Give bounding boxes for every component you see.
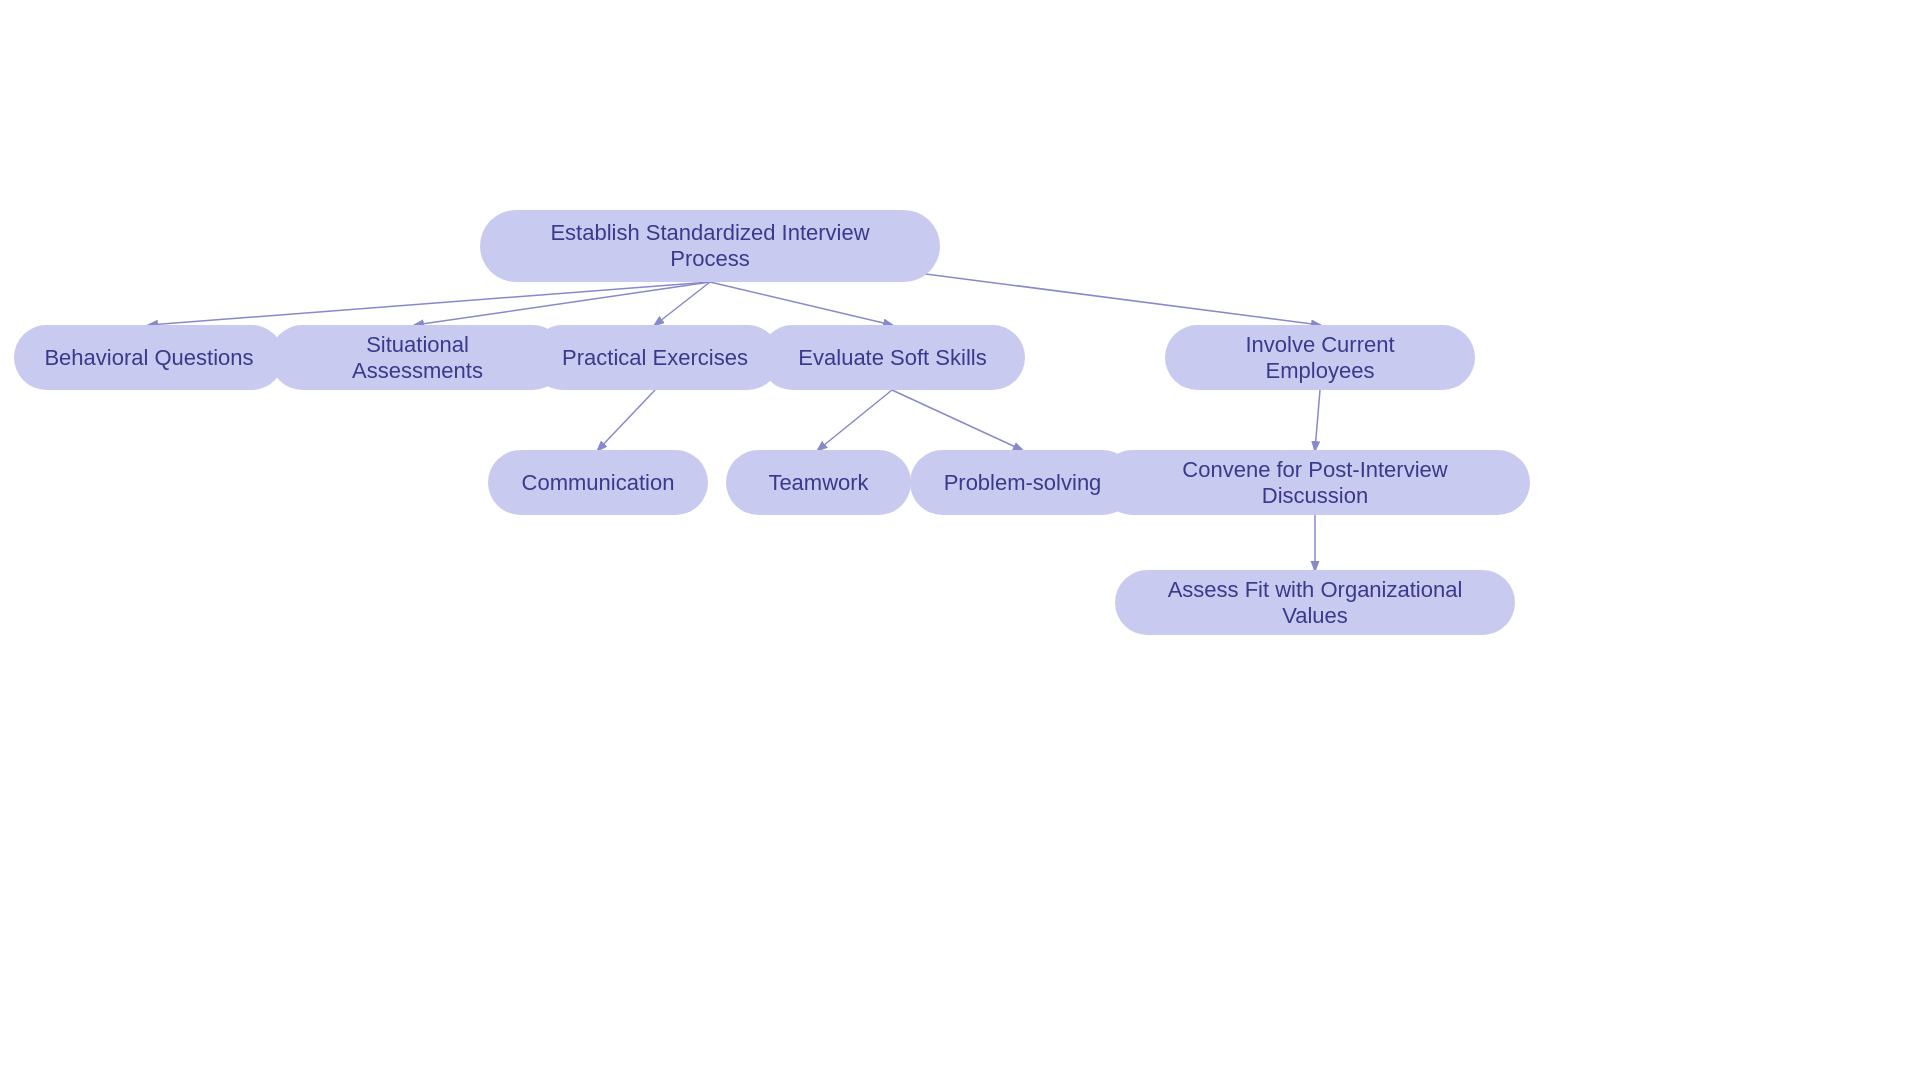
- involve-node: Involve Current Employees: [1165, 325, 1475, 390]
- diagram-container: Establish Standardized Interview Process…: [0, 0, 1920, 1083]
- svg-line-1: [415, 282, 710, 325]
- convene-node: Convene for Post-Interview Discussion: [1100, 450, 1530, 515]
- svg-line-0: [149, 282, 710, 325]
- convene-label: Convene for Post-Interview Discussion: [1130, 457, 1500, 509]
- assess-label: Assess Fit with Organizational Values: [1145, 577, 1485, 629]
- situational-label: Situational Assessments: [300, 332, 535, 384]
- practical-label: Practical Exercises: [562, 345, 748, 371]
- behavioral-label: Behavioral Questions: [44, 345, 253, 371]
- svg-line-2: [655, 282, 710, 325]
- communication-node: Communication: [488, 450, 708, 515]
- root-label: Establish Standardized Interview Process: [510, 220, 910, 272]
- connections-svg: [0, 0, 1920, 1083]
- svg-line-7: [892, 390, 1022, 450]
- practical-node: Practical Exercises: [530, 325, 780, 390]
- involve-label: Involve Current Employees: [1195, 332, 1445, 384]
- svg-line-3: [710, 282, 892, 325]
- svg-line-6: [818, 390, 892, 450]
- root-node: Establish Standardized Interview Process: [480, 210, 940, 282]
- situational-node: Situational Assessments: [270, 325, 565, 390]
- svg-line-8: [1315, 390, 1320, 450]
- softskills-node: Evaluate Soft Skills: [760, 325, 1025, 390]
- teamwork-node: Teamwork: [726, 450, 911, 515]
- svg-line-5: [598, 390, 655, 450]
- behavioral-node: Behavioral Questions: [14, 325, 284, 390]
- teamwork-label: Teamwork: [768, 470, 868, 496]
- softskills-label: Evaluate Soft Skills: [798, 345, 986, 371]
- problemsolving-label: Problem-solving: [944, 470, 1102, 496]
- assess-node: Assess Fit with Organizational Values: [1115, 570, 1515, 635]
- communication-label: Communication: [522, 470, 675, 496]
